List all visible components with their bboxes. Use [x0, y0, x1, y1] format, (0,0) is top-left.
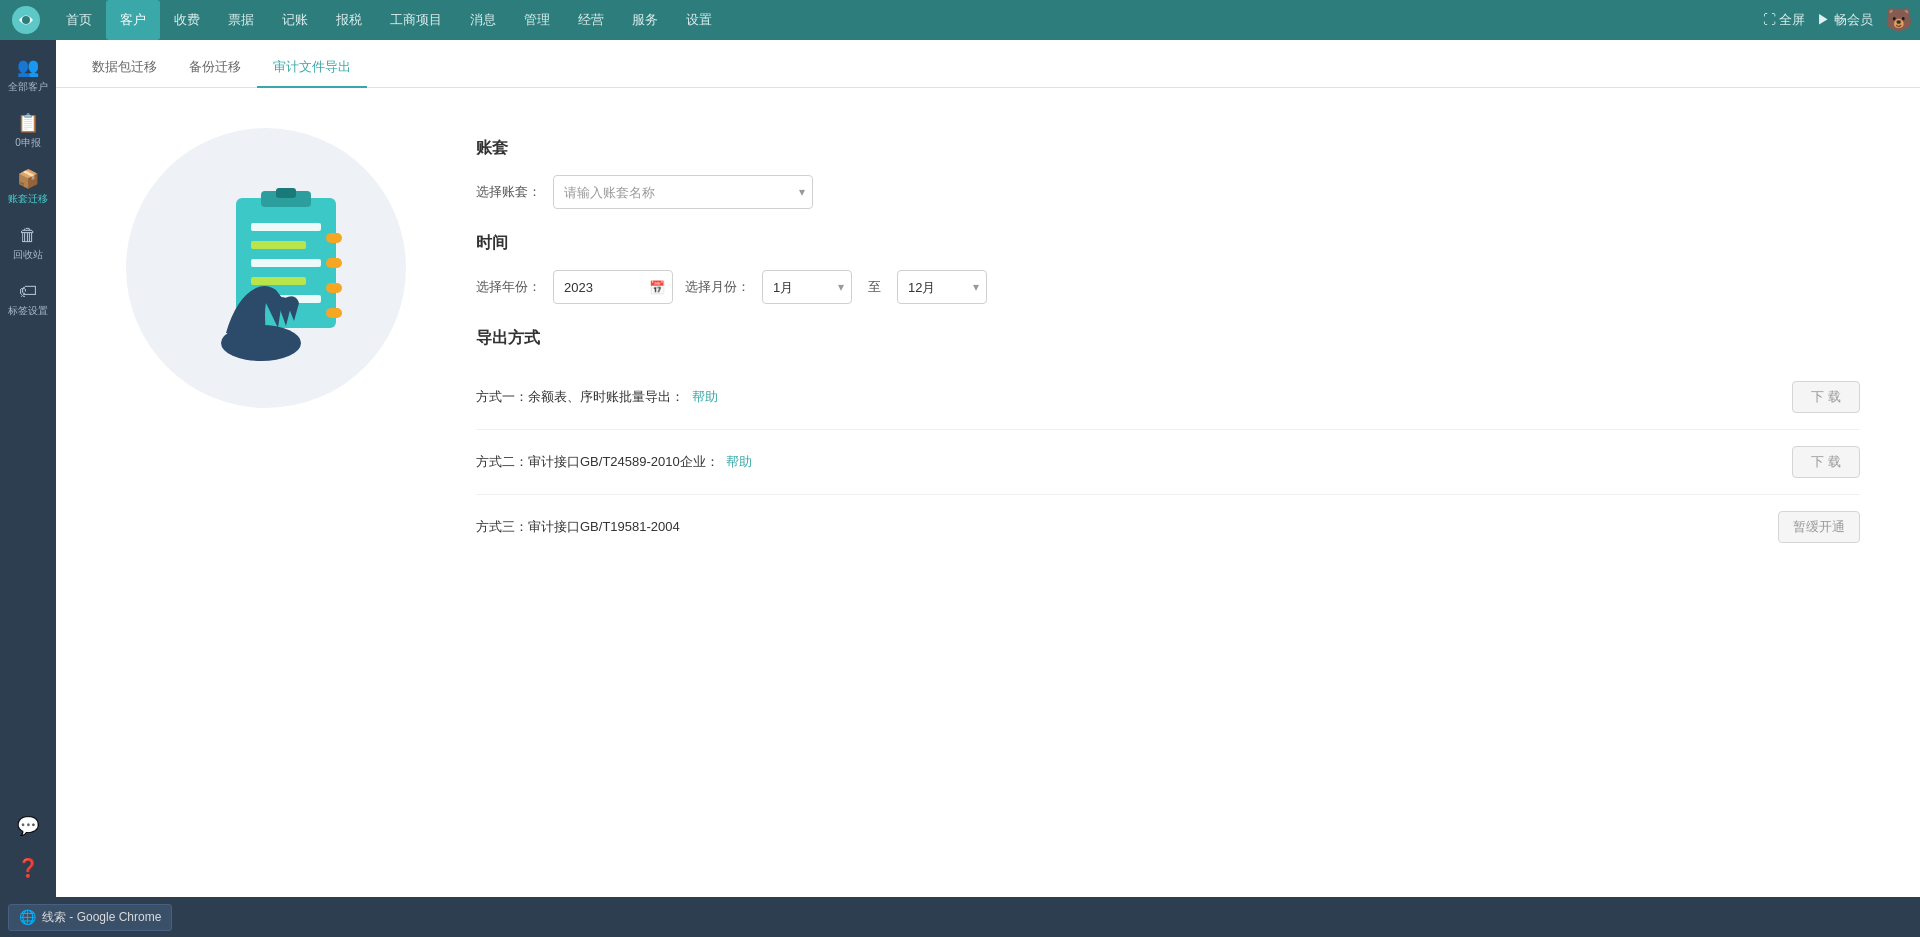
- nav-home[interactable]: 首页: [52, 0, 106, 40]
- export-method-2-download-btn[interactable]: 下 载: [1792, 446, 1860, 478]
- nav-manage[interactable]: 管理: [510, 0, 564, 40]
- logo[interactable]: [8, 2, 44, 38]
- svg-rect-10: [326, 283, 342, 293]
- chrome-icon: 🌐: [19, 909, 36, 925]
- sidebar-label-recycle: 回收站: [13, 248, 43, 262]
- page-content: 账套 选择账套： 请输入账套名称 ▾ 时间 选择年份：: [56, 88, 1920, 897]
- tab-backup-migration[interactable]: 备份迁移: [173, 48, 257, 88]
- fullscreen-btn[interactable]: ⛶ 全屏: [1763, 11, 1806, 29]
- year-label: 选择年份：: [476, 278, 541, 296]
- recycle-icon: 🗑: [19, 226, 37, 244]
- sidebar-item-migration[interactable]: 📦 账套迁移: [0, 160, 56, 216]
- sidebar-item-tags[interactable]: 🏷 标签设置: [0, 272, 56, 328]
- membership-btn[interactable]: ▶ 畅会员: [1817, 11, 1873, 29]
- nav-message[interactable]: 消息: [456, 0, 510, 40]
- sidebar: 👥 全部客户 📋 0申报 📦 账套迁移 🗑 回收站 🏷 标签设置 💬 ❓: [0, 40, 56, 897]
- nav-invoice[interactable]: 票据: [214, 0, 268, 40]
- account-select-wrap: 请输入账套名称 ▾: [553, 175, 813, 209]
- nav-business[interactable]: 工商项目: [376, 0, 456, 40]
- svg-rect-9: [326, 258, 342, 268]
- user-avatar[interactable]: 🐻: [1885, 7, 1912, 33]
- taskbar-item-chrome[interactable]: 🌐 线索 - Google Chrome: [8, 904, 172, 931]
- illustration-circle: [126, 128, 406, 408]
- month-end-wrap: 1月 2月 3月 4月 5月 6月 7月 8月 9月 10月 11月 12月: [897, 270, 987, 304]
- all-customers-icon: 👥: [17, 58, 39, 76]
- svg-rect-4: [251, 241, 306, 249]
- tab-data-migration[interactable]: 数据包迁移: [76, 48, 173, 88]
- svg-rect-5: [251, 259, 321, 267]
- svg-rect-6: [251, 277, 306, 285]
- account-select[interactable]: 请输入账套名称: [553, 175, 813, 209]
- svg-rect-13: [276, 188, 296, 198]
- form-panel: 账套 选择账套： 请输入账套名称 ▾ 时间 选择年份：: [476, 128, 1860, 559]
- sidebar-label-declaration: 0申报: [15, 136, 41, 150]
- export-method-2-help-link[interactable]: 帮助: [726, 454, 752, 469]
- account-select-row: 选择账套： 请输入账套名称 ▾: [476, 175, 1860, 209]
- export-method-3: 方式三：审计接口GB/T19581-2004 暂缓开通: [476, 495, 1860, 559]
- content-area: 数据包迁移 备份迁移 审计文件导出: [56, 40, 1920, 897]
- sidebar-item-declaration[interactable]: 📋 0申报: [0, 104, 56, 160]
- taskbar: 🌐 线索 - Google Chrome: [0, 897, 1920, 937]
- main-layout: 👥 全部客户 📋 0申报 📦 账套迁移 🗑 回收站 🏷 标签设置 💬 ❓ 数据包…: [0, 40, 1920, 897]
- sidebar-item-all-customers[interactable]: 👥 全部客户: [0, 48, 56, 104]
- export-method-2-label: 方式二：审计接口GB/T24589-2010企业：: [476, 454, 719, 469]
- time-row: 选择年份： 📅 选择月份： 1月 2月 3月 4月 5月 6月: [476, 270, 1860, 304]
- export-method-2-text: 方式二：审计接口GB/T24589-2010企业： 帮助: [476, 453, 752, 471]
- month-start-select[interactable]: 1月 2月 3月 4月 5月 6月 7月 8月 9月 10月 11月 12月: [762, 270, 852, 304]
- declaration-icon: 📋: [17, 114, 39, 132]
- svg-rect-3: [251, 223, 321, 231]
- export-method-1-help-link[interactable]: 帮助: [692, 389, 718, 404]
- nav-fee[interactable]: 收费: [160, 0, 214, 40]
- month-start-wrap: 1月 2月 3月 4月 5月 6月 7月 8月 9月 10月 11月 12月: [762, 270, 852, 304]
- month-end-select[interactable]: 1月 2月 3月 4月 5月 6月 7月 8月 9月 10月 11月 12月: [897, 270, 987, 304]
- tab-audit-export[interactable]: 审计文件导出: [257, 48, 367, 88]
- export-method-1-download-btn[interactable]: 下 载: [1792, 381, 1860, 413]
- year-input-wrap: 📅: [553, 270, 673, 304]
- nav-customer[interactable]: 客户: [106, 0, 160, 40]
- export-method-3-label: 方式三：审计接口GB/T19581-2004: [476, 519, 680, 534]
- time-to-label: 至: [864, 278, 885, 296]
- export-method-3-text: 方式三：审计接口GB/T19581-2004: [476, 518, 680, 536]
- nav-service[interactable]: 服务: [618, 0, 672, 40]
- sidebar-label-tags: 标签设置: [8, 304, 48, 318]
- sidebar-item-recycle[interactable]: 🗑 回收站: [0, 216, 56, 272]
- export-method-1-label: 方式一：余额表、序时账批量导出：: [476, 389, 684, 404]
- sidebar-label-migration: 账套迁移: [8, 192, 48, 206]
- account-section-title: 账套: [476, 138, 1860, 159]
- export-method-3-coming-soon-btn: 暂缓开通: [1778, 511, 1860, 543]
- month-label: 选择月份：: [685, 278, 750, 296]
- svg-rect-11: [326, 308, 342, 318]
- sidebar-bottom-message[interactable]: 💬: [11, 809, 45, 843]
- migration-icon: 📦: [17, 170, 39, 188]
- nav-bookkeeping[interactable]: 记账: [268, 0, 322, 40]
- taskbar-item-chrome-label: 线索 - Google Chrome: [42, 909, 161, 926]
- tabs-bar: 数据包迁移 备份迁移 审计文件导出: [56, 40, 1920, 88]
- svg-point-1: [22, 16, 30, 24]
- tags-icon: 🏷: [19, 282, 37, 300]
- svg-rect-8: [326, 233, 342, 243]
- export-method-2: 方式二：审计接口GB/T24589-2010企业： 帮助 下 载: [476, 430, 1860, 495]
- nav-items: 首页 客户 收费 票据 记账 报税 工商项目 消息 管理 经营 服务 设置: [52, 0, 1763, 40]
- top-nav: 首页 客户 收费 票据 记账 报税 工商项目 消息 管理 经营 服务 设置 ⛶ …: [0, 0, 1920, 40]
- nav-settings[interactable]: 设置: [672, 0, 726, 40]
- sidebar-label-all-customers: 全部客户: [8, 80, 48, 94]
- export-method-1-text: 方式一：余额表、序时账批量导出： 帮助: [476, 388, 718, 406]
- time-section-title: 时间: [476, 233, 1860, 254]
- illustration-wrap: [116, 128, 416, 408]
- export-section: 导出方式 方式一：余额表、序时账批量导出： 帮助 下 载 方式二：审计接口GB/…: [476, 328, 1860, 559]
- nav-tax[interactable]: 报税: [322, 0, 376, 40]
- account-select-label: 选择账套：: [476, 183, 541, 201]
- sidebar-bottom: 💬 ❓: [11, 809, 45, 897]
- sidebar-bottom-help[interactable]: ❓: [11, 851, 45, 885]
- nav-right: ⛶ 全屏 ▶ 畅会员 🐻: [1763, 7, 1912, 33]
- export-method-1: 方式一：余额表、序时账批量导出： 帮助 下 载: [476, 365, 1860, 430]
- export-section-title: 导出方式: [476, 328, 1860, 349]
- nav-operation[interactable]: 经营: [564, 0, 618, 40]
- year-input[interactable]: [553, 270, 673, 304]
